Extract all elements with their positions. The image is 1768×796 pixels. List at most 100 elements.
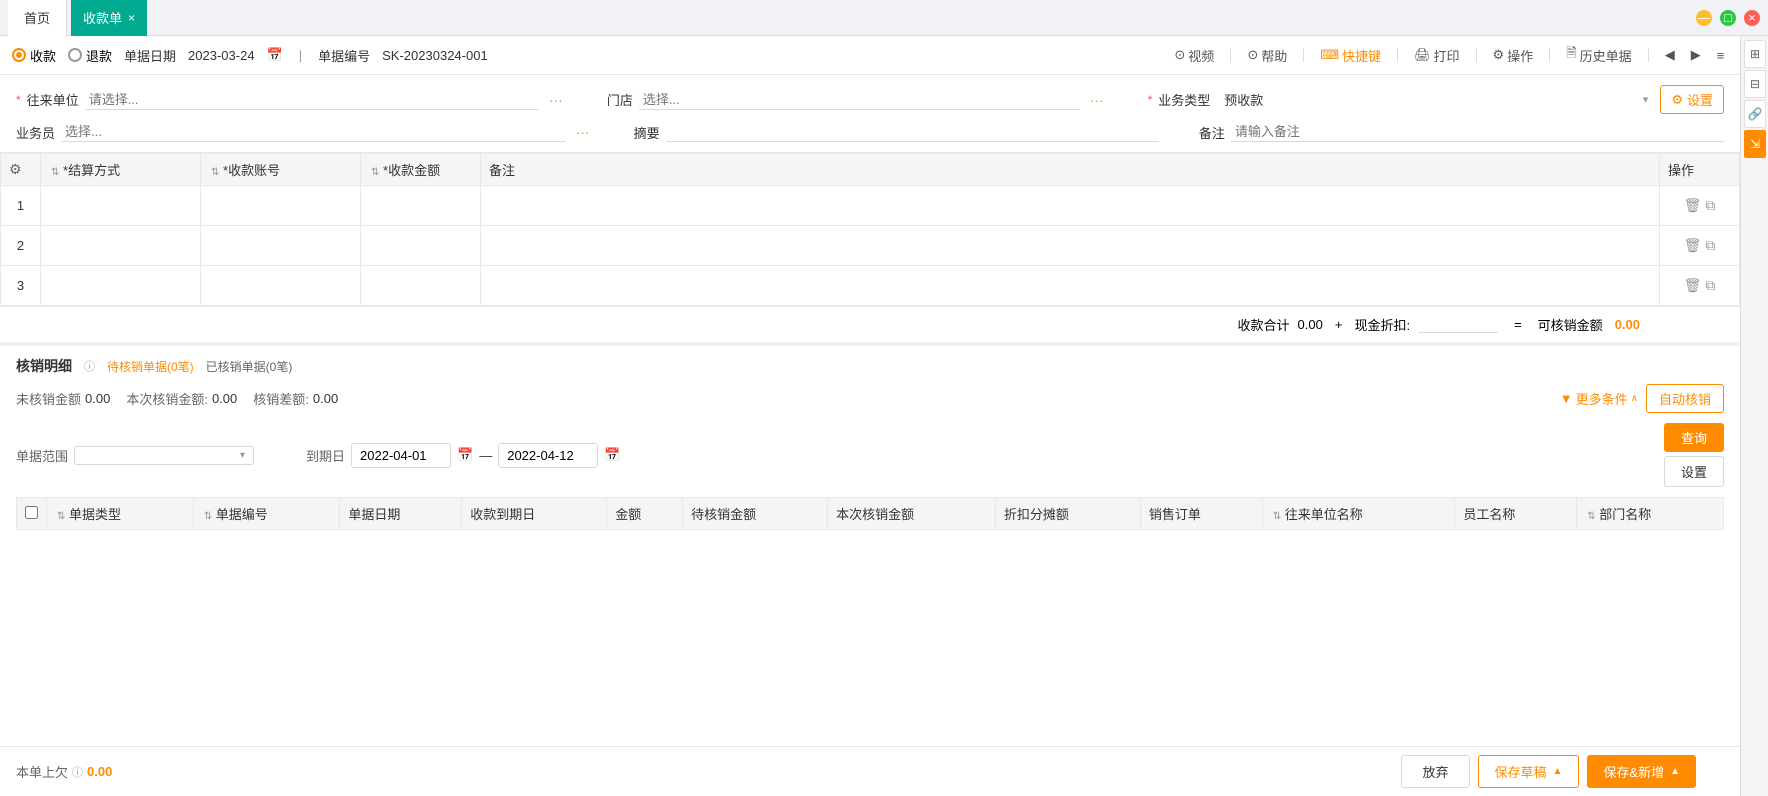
staff-more-icon[interactable]: ··· <box>572 124 594 140</box>
stat-info-icon[interactable]: ⓘ <box>72 764 83 780</box>
divider-2 <box>1303 48 1304 62</box>
save-new-chevron: ▲ <box>1670 766 1680 777</box>
copy-row-1-button[interactable]: ⧉ <box>1705 197 1715 214</box>
maximize-button[interactable]: □ <box>1720 10 1736 26</box>
partner-more-icon[interactable]: ··· <box>545 92 567 108</box>
pending-tab[interactable]: 待核销单据(0笔) <box>107 358 194 375</box>
verify-info-icon[interactable]: ⓘ <box>84 358 95 374</box>
table-row: 1 🗑 ⧉ <box>1 186 1740 226</box>
sort-icon-account: ⇅ <box>211 167 219 178</box>
total-value: 0.00 <box>1298 317 1323 332</box>
row-account-1[interactable] <box>201 186 361 226</box>
remark-col-header: 备注 <box>481 154 1660 186</box>
calendar-icon[interactable]: 📅 <box>267 47 283 63</box>
due-end-calendar-icon[interactable]: 📅 <box>604 447 620 463</box>
right-icon-expand[interactable]: ⇲ <box>1744 130 1766 158</box>
tab-receipt-label: 收款单 <box>83 8 122 27</box>
help-label: 帮助 <box>1261 46 1287 65</box>
row-remark-2[interactable] <box>481 226 1660 266</box>
radio-group: 收款 退款 <box>12 46 112 65</box>
range-select[interactable]: ▾ <box>74 446 254 465</box>
store-input[interactable] <box>639 90 1080 110</box>
tab-receipt[interactable]: 收款单 × <box>71 0 147 36</box>
divider-3 <box>1397 48 1398 62</box>
radio-refund[interactable]: 退款 <box>68 46 112 65</box>
delete-row-3-button[interactable]: 🗑 <box>1684 277 1702 294</box>
current-value: 0.00 <box>212 391 237 406</box>
query-button[interactable]: 查询 <box>1664 423 1724 452</box>
due-end-input[interactable] <box>498 443 598 468</box>
delete-row-2-button[interactable]: 🗑 <box>1684 237 1702 254</box>
video-icon: ⊙ <box>1174 47 1185 63</box>
save-new-button[interactable]: 保存&新增 ▲ <box>1587 755 1696 788</box>
content-wrapper: * 往来单位 ··· 门店 ··· * 业务类型 <box>0 75 1768 796</box>
staff-name-label: 员工名称 <box>1463 507 1515 522</box>
video-button[interactable]: ⊙ 视频 <box>1170 44 1218 67</box>
row-amount-1[interactable] <box>361 186 481 226</box>
note-input[interactable] <box>1231 122 1724 142</box>
list-view-button[interactable]: ≡ <box>1713 46 1729 65</box>
operate-button[interactable]: ⚙ 操作 <box>1489 44 1538 67</box>
bottom-bar: 本单上欠 ⓘ 0.00 放弃 保存草稿 ▲ 保存&新增 ▲ <box>0 746 1740 796</box>
row-account-2[interactable] <box>201 226 361 266</box>
abandon-button[interactable]: 放弃 <box>1401 755 1469 788</box>
amount-col: 金额 <box>607 498 683 530</box>
summary-input[interactable] <box>666 122 1159 142</box>
radio-receive[interactable]: 收款 <box>12 46 56 65</box>
row-remark-1[interactable] <box>481 186 1660 226</box>
row-amount-3[interactable] <box>361 266 481 306</box>
form-settings-button[interactable]: ⚙ 设置 <box>1660 85 1724 114</box>
verify-table: ⇅ 单据类型 ⇅ 单据编号 单据日期 <box>16 497 1724 530</box>
radio-receive-label: 收款 <box>30 46 56 65</box>
row-settle-1[interactable] <box>41 186 201 226</box>
tab-close-icon[interactable]: × <box>128 11 135 25</box>
table-gear-icon[interactable]: ⚙ <box>9 161 22 177</box>
note-label: 备注 <box>1199 123 1225 142</box>
select-all-checkbox[interactable] <box>25 506 38 519</box>
radio-refund-dot <box>68 48 82 62</box>
shortcut-button[interactable]: ⌨ 快捷键 <box>1316 44 1385 67</box>
row-settle-2[interactable] <box>41 226 201 266</box>
verify-right-controls: ▼ 更多条件 ∧ 自动核销 <box>1560 384 1724 413</box>
staff-input[interactable] <box>61 122 566 142</box>
delete-row-1-button[interactable]: 🗑 <box>1684 197 1702 214</box>
row-account-3[interactable] <box>201 266 361 306</box>
discount-input[interactable] <box>1418 317 1498 333</box>
partner-input[interactable] <box>85 90 539 110</box>
tab-home[interactable]: 首页 <box>8 0 67 36</box>
bottom-stat: 本单上欠 ⓘ 0.00 <box>16 762 112 781</box>
verified-tab[interactable]: 已核销单据(0笔) <box>206 358 293 375</box>
due-start-input[interactable] <box>351 443 451 468</box>
copy-row-3-button[interactable]: ⧉ <box>1705 277 1715 294</box>
due-start-calendar-icon[interactable]: 📅 <box>457 447 473 463</box>
tab-home-label: 首页 <box>24 8 50 27</box>
available-label: 可核销金额 <box>1538 315 1603 334</box>
help-button[interactable]: ⊙ 帮助 <box>1243 44 1291 67</box>
next-button[interactable]: ▶ <box>1687 45 1705 65</box>
stat-label: 本单上欠 <box>16 762 68 781</box>
row-action-2: 🗑 ⧉ <box>1660 226 1740 266</box>
window-controls: — □ × <box>1696 10 1760 26</box>
close-button[interactable]: × <box>1744 10 1760 26</box>
history-button[interactable]: 🗎 历史单据 <box>1562 42 1635 68</box>
radio-receive-dot <box>12 48 26 62</box>
auto-verify-button[interactable]: 自动核销 <box>1646 384 1724 413</box>
print-button[interactable]: 🖨 打印 <box>1410 44 1464 67</box>
sort-icon-amount: ⇅ <box>371 167 379 178</box>
save-draft-button[interactable]: 保存草稿 ▲ <box>1478 755 1580 788</box>
row-amount-2[interactable] <box>361 226 481 266</box>
minimize-button[interactable]: — <box>1696 10 1712 26</box>
more-conditions-button[interactable]: ▼ 更多条件 ∧ <box>1560 389 1638 408</box>
row-settle-3[interactable] <box>41 266 201 306</box>
auto-verify-label: 自动核销 <box>1659 392 1711 407</box>
prev-button[interactable]: ◀ <box>1661 45 1679 65</box>
row-remark-3[interactable] <box>481 266 1660 306</box>
save-draft-label: 保存草稿 <box>1495 762 1547 781</box>
biz-dropdown-icon[interactable]: ▾ <box>1643 93 1649 106</box>
store-more-icon[interactable]: ··· <box>1086 92 1108 108</box>
verify-table-scroll[interactable]: ⇅ 单据类型 ⇅ 单据编号 单据日期 <box>16 497 1724 736</box>
copy-row-2-button[interactable]: ⧉ <box>1705 237 1715 254</box>
right-icon-link[interactable]: 🔗 <box>1744 100 1766 128</box>
right-icon-list[interactable]: ⊟ <box>1744 75 1766 98</box>
verify-settings-button[interactable]: 设置 <box>1664 456 1724 487</box>
